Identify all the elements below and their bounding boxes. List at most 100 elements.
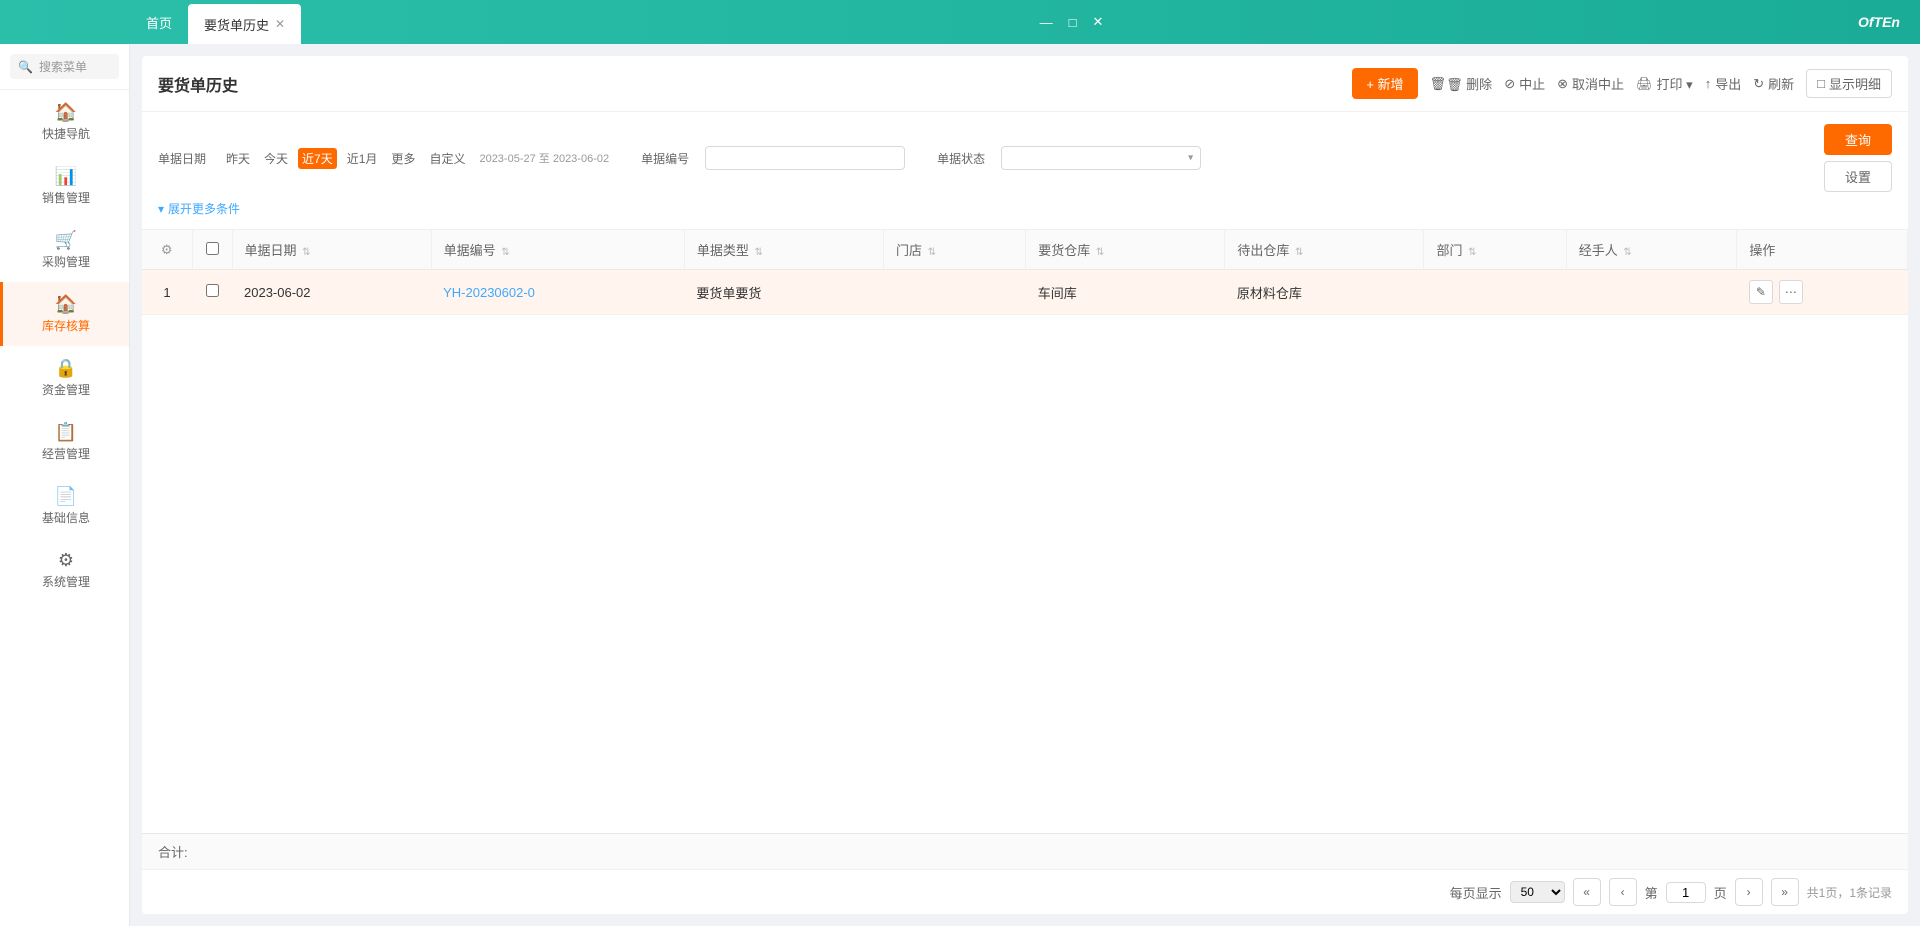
stop-button[interactable]: ⊘ 中止 [1504, 74, 1545, 93]
home-icon: 🏠 [55, 103, 77, 121]
summary-label: 合计: [158, 845, 188, 860]
first-page-button[interactable]: « [1573, 878, 1601, 906]
inventory-icon: 🏠 [55, 295, 77, 313]
date-1month[interactable]: 近1月 [343, 148, 382, 169]
sidebar-item-operations[interactable]: 📋 经营管理 [0, 410, 129, 474]
brand-text: OfTEn [1858, 14, 1920, 30]
table-header-row: ⚙ 单据日期 ⇅ 单据编号 ⇅ [142, 230, 1908, 270]
sort-icon-department[interactable]: ⇅ [1468, 247, 1476, 258]
row-edit-button[interactable]: ✎ [1749, 280, 1773, 304]
sidebar-item-label: 经营管理 [42, 445, 90, 462]
tab-requisition-history[interactable]: 要货单历史 ✕ [188, 4, 301, 44]
settings-button[interactable]: 设置 [1824, 161, 1892, 192]
date-today[interactable]: 今天 [260, 148, 292, 169]
page-number-input[interactable] [1666, 882, 1706, 903]
date-custom[interactable]: 自定义 [425, 148, 469, 169]
col-reqwarehouse-label: 要货仓库 [1038, 243, 1090, 258]
tab-home[interactable]: 首页 [130, 0, 188, 44]
sidebar-item-purchase[interactable]: 🛒 采购管理 [0, 218, 129, 282]
print-button[interactable]: 🖨 打印 ▾ [1636, 74, 1693, 93]
table-area: ⚙ 单据日期 ⇅ 单据编号 ⇅ [142, 230, 1908, 833]
prev-page-button[interactable]: ‹ [1609, 878, 1637, 906]
col-pendingwarehouse-label: 待出仓库 [1237, 243, 1289, 258]
filter-buttons: 查询 设置 [1824, 124, 1892, 192]
sidebar-item-inventory[interactable]: 🏠 库存核算 [0, 282, 129, 346]
sidebar-item-finance[interactable]: 🔒 资金管理 [0, 346, 129, 410]
sort-icon-handler[interactable]: ⇅ [1623, 247, 1631, 258]
col-actions-label: 操作 [1749, 243, 1775, 258]
delete-button[interactable]: 🗑 🗑 删除 [1430, 74, 1493, 93]
row-action-buttons: ✎ ⋯ [1749, 280, 1896, 304]
row-index: 1 [142, 270, 192, 315]
col-header-number: 单据编号 ⇅ [431, 230, 684, 270]
col-header-actions: 操作 [1737, 230, 1908, 270]
date-range-display: 2023-05-27 至 2023-06-02 [479, 150, 609, 166]
col-handler-label: 经手人 [1579, 243, 1618, 258]
filter-row: 单据日期 昨天 今天 近7天 近1月 更多 自定义 2023-05-27 至 2… [158, 124, 1892, 192]
last-page-button[interactable]: » [1771, 878, 1799, 906]
sidebar-item-label: 采购管理 [42, 253, 90, 270]
sort-icon-pendingwarehouse[interactable]: ⇅ [1295, 247, 1303, 258]
col-type-label: 单据类型 [697, 243, 749, 258]
col-header-date: 单据日期 ⇅ [232, 230, 431, 270]
tab-close-icon[interactable]: ✕ [275, 17, 285, 31]
sidebar-item-basic[interactable]: 📄 基础信息 [0, 474, 129, 538]
status-label: 单据状态 [937, 150, 985, 167]
page-card: 要货单历史 + 新增 🗑 🗑 删除 ⊘ 中止 ⊗ 取消中止 [142, 56, 1908, 914]
delete-icon: 🗑 [1430, 76, 1447, 92]
doc-number-input[interactable] [705, 146, 905, 170]
sidebar-item-label: 快捷导航 [42, 125, 90, 142]
sort-icon-date[interactable]: ⇅ [302, 247, 310, 258]
header-actions: + 新增 🗑 🗑 删除 ⊘ 中止 ⊗ 取消中止 🖨 [1352, 68, 1892, 99]
table-footer: 合计: [142, 833, 1908, 869]
refresh-button[interactable]: ↻ 刷新 [1753, 74, 1794, 93]
col-header-pendingwarehouse: 待出仓库 ⇅ [1225, 230, 1424, 270]
row-type: 要货单要货 [684, 270, 883, 315]
search-icon: 🔍 [18, 60, 33, 74]
sidebar-item-label: 销售管理 [42, 189, 90, 206]
date-more[interactable]: 更多 [387, 148, 419, 169]
sidebar: 🔍 搜索菜单 🏠 快捷导航 📊 销售管理 🛒 采购管理 🏠 库存核算 🔒 资金管… [0, 44, 130, 926]
next-page-button[interactable]: › [1735, 878, 1763, 906]
date-7days[interactable]: 近7天 [298, 148, 337, 169]
sidebar-item-quicknav[interactable]: 🏠 快捷导航 [0, 90, 129, 154]
add-button[interactable]: + 新增 [1352, 68, 1417, 99]
chevron-down-icon: ▾ [158, 202, 164, 216]
sort-icon-type[interactable]: ⇅ [755, 247, 763, 258]
row-reqwarehouse: 车间库 [1026, 270, 1225, 315]
row-store [884, 270, 1026, 315]
page-header: 要货单历史 + 新增 🗑 🗑 删除 ⊘ 中止 ⊗ 取消中止 [142, 56, 1908, 112]
cancel-stop-button[interactable]: ⊗ 取消中止 [1557, 74, 1624, 93]
sort-icon-store[interactable]: ⇅ [928, 247, 936, 258]
search-menu-trigger[interactable]: 🔍 搜索菜单 [10, 54, 119, 79]
sidebar-item-sales[interactable]: 📊 销售管理 [0, 154, 129, 218]
row-checkbox-cell [192, 270, 232, 315]
sort-icon-number[interactable]: ⇅ [501, 247, 509, 258]
date-yesterday[interactable]: 昨天 [222, 148, 254, 169]
maximize-button[interactable]: □ [1069, 15, 1077, 30]
sort-icon-reqwarehouse[interactable]: ⇅ [1096, 247, 1104, 258]
export-button[interactable]: ↑ 导出 [1705, 74, 1742, 93]
sidebar-item-system[interactable]: ⚙ 系统管理 [0, 538, 129, 602]
col-store-label: 门店 [896, 243, 922, 258]
query-button[interactable]: 查询 [1824, 124, 1892, 155]
row-more-button[interactable]: ⋯ [1779, 280, 1803, 304]
status-select[interactable] [1001, 146, 1201, 170]
expand-more-trigger[interactable]: ▾ 展开更多条件 [158, 200, 1892, 217]
sidebar-search-area: 🔍 搜索菜单 [0, 44, 129, 90]
doc-number-link[interactable]: YH-20230602-0 [443, 285, 535, 300]
select-all-checkbox[interactable] [206, 242, 219, 255]
stop-icon: ⊘ [1504, 76, 1515, 92]
close-button[interactable]: ✕ [1093, 14, 1104, 30]
minimize-button[interactable]: — [1040, 15, 1053, 30]
row-actions-cell: ✎ ⋯ [1737, 270, 1908, 315]
purchase-icon: 🛒 [55, 231, 77, 249]
col-date-label: 单据日期 [245, 243, 297, 258]
row-checkbox[interactable] [206, 284, 219, 297]
pagination-info: 共1页，1条记录 [1807, 884, 1892, 901]
col-header-store: 门店 ⇅ [884, 230, 1026, 270]
date-options: 昨天 今天 近7天 近1月 更多 自定义 2023-05-27 至 2023-0… [222, 148, 609, 169]
display-detail-button[interactable]: □ 显示明细 [1806, 69, 1892, 98]
per-page-select[interactable]: 50 20 100 200 [1510, 881, 1565, 903]
settings-column-header[interactable]: ⚙ [142, 230, 192, 270]
